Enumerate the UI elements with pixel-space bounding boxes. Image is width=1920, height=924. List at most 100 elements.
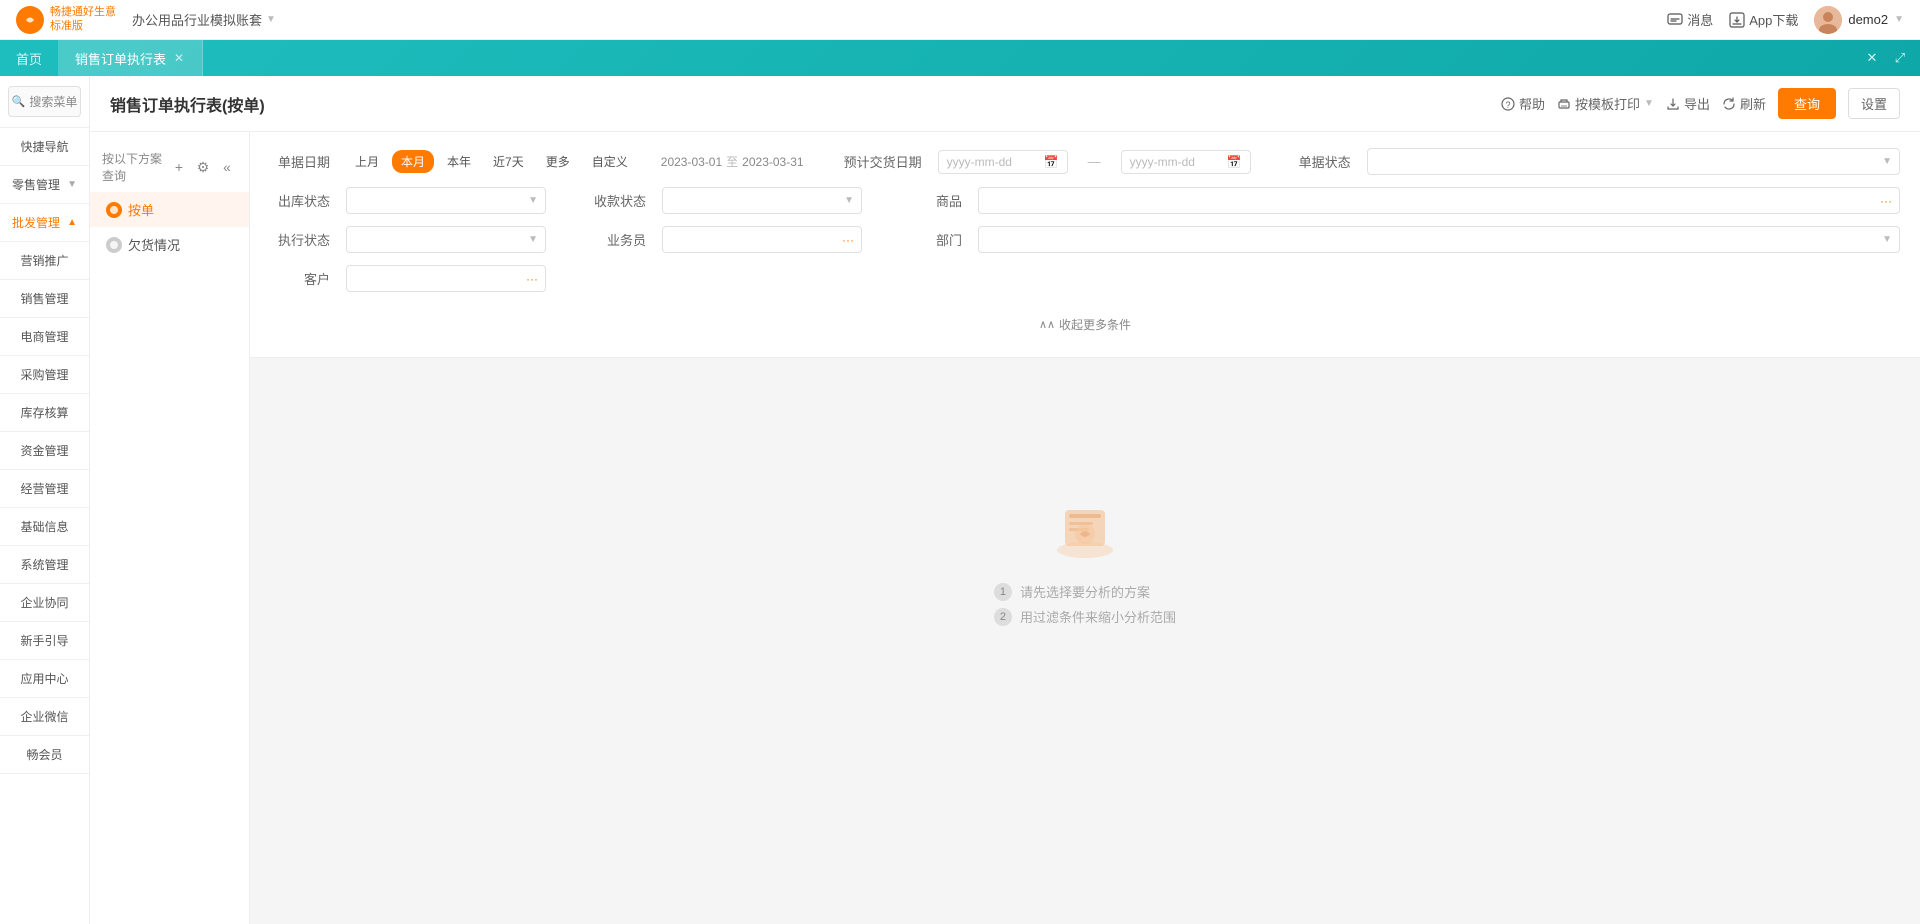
date-btn-more[interactable]: 更多: [537, 150, 579, 173]
sidebar: 🔍 搜索菜单 快捷导航 零售管理 ▼ 批发管理 ▲ 营销推广 销售管理 电商管理…: [0, 76, 90, 924]
payment-select-wrapper: ▼: [662, 187, 862, 214]
sidebar-search-btn[interactable]: 🔍 搜索菜单: [8, 86, 81, 117]
refresh-btn[interactable]: 刷新: [1722, 94, 1766, 113]
date-btn-last7[interactable]: 近7天: [484, 150, 533, 173]
status-select[interactable]: [1367, 148, 1900, 175]
left-panel-collapse-btn[interactable]: «: [217, 157, 237, 177]
sidebar-item-member[interactable]: 畅会员: [0, 736, 89, 774]
goods-input[interactable]: [978, 187, 1900, 214]
customer-input[interactable]: [346, 265, 546, 292]
sidebar-item-quick-nav[interactable]: 快捷导航: [0, 128, 89, 166]
goods-wrapper: ···: [978, 187, 1900, 214]
date-btn-last-month[interactable]: 上月: [346, 150, 388, 173]
department-select[interactable]: [978, 226, 1900, 253]
sidebar-item-guide[interactable]: 新手引导: [0, 622, 89, 660]
sidebar-item-purchase[interactable]: 采购管理: [0, 356, 89, 394]
query-btn[interactable]: 查询: [1778, 88, 1836, 119]
sidebar-search: 🔍 搜索菜单: [0, 76, 89, 128]
tab-close-btn[interactable]: ✕: [172, 49, 186, 67]
app-selector-chevron-icon: ▼: [266, 14, 276, 25]
collapse-btn[interactable]: ∧∧ 收起更多条件: [1031, 308, 1139, 341]
page-header: 销售订单执行表(按单) ? 帮助 按模板打印 ▼: [90, 76, 1920, 132]
message-btn[interactable]: 消息: [1667, 10, 1713, 29]
exec-status-wrapper: ▼: [346, 226, 546, 253]
left-panel-add-btn[interactable]: +: [169, 157, 189, 177]
export-icon: [1666, 97, 1680, 111]
left-panel-icons: + ⚙ «: [169, 157, 237, 177]
delivery-select-wrapper: ▼: [346, 187, 546, 214]
payment-select[interactable]: [662, 187, 862, 214]
sidebar-item-basic[interactable]: 基础信息: [0, 508, 89, 546]
right-content: 单据日期 上月 本月 本年 近7天 更多 自定义 2023-03-01 至: [250, 132, 1920, 924]
salesperson-wrapper: ···: [662, 226, 862, 253]
sidebar-item-marketing[interactable]: 营销推广: [0, 242, 89, 280]
print-btn[interactable]: 按模板打印 ▼: [1557, 94, 1654, 113]
tab-close-all-btn[interactable]: ✕: [1860, 46, 1884, 70]
svg-text:?: ?: [1505, 100, 1510, 110]
help-btn[interactable]: ? 帮助: [1501, 94, 1545, 113]
content-layout: 按以下方案查询 + ⚙ « 按单: [90, 132, 1920, 924]
tip-num-2: 2: [994, 608, 1012, 626]
salesperson-more-icon: ···: [842, 233, 854, 247]
left-panel-item-欠货情况[interactable]: 欠货情况: [90, 227, 249, 262]
left-panel-header: 按以下方案查询 + ⚙ «: [90, 142, 249, 192]
left-panel: 按以下方案查询 + ⚙ « 按单: [90, 132, 250, 924]
filter-section: 单据日期 上月 本月 本年 近7天 更多 自定义 2023-03-01 至: [250, 132, 1920, 358]
sidebar-item-finance[interactable]: 资金管理: [0, 432, 89, 470]
tab-expand-btn[interactable]: ⤢: [1888, 46, 1912, 70]
filter-row-2: 出库状态 ▼ 收款状态 ▼: [270, 187, 1900, 214]
item-按单-icon: [106, 202, 122, 218]
print-icon: [1557, 97, 1571, 111]
left-panel-item-按单[interactable]: 按单: [90, 192, 249, 227]
filter-row-3: 执行状态 ▼ 业务员 ··· 部门: [270, 226, 1900, 253]
predicted-date-start[interactable]: yyyy-mm-dd 📅: [938, 150, 1068, 174]
salesperson-input[interactable]: [662, 226, 862, 253]
sidebar-item-wholesale[interactable]: 批发管理 ▲: [0, 204, 89, 242]
calendar-end-icon[interactable]: 📅: [1227, 155, 1242, 169]
calendar-start-icon[interactable]: 📅: [1044, 155, 1059, 169]
download-icon: [1729, 12, 1745, 28]
collapse-up-icon: ∧∧: [1039, 318, 1055, 331]
tab-sales-order-exec[interactable]: 销售订单执行表 ✕: [59, 40, 203, 76]
logo-area: 畅捷通好生意 标准版: [16, 6, 116, 34]
help-icon: ?: [1501, 97, 1515, 111]
empty-tip-1: 1 请先选择要分析的方案: [994, 582, 1176, 601]
app-selector[interactable]: 办公用品行业模拟账套 ▼: [124, 6, 284, 33]
app-download-btn[interactable]: App下载: [1729, 10, 1798, 29]
empty-tip-2: 2 用过滤条件来缩小分析范围: [994, 607, 1176, 626]
exec-status-select[interactable]: [346, 226, 546, 253]
item-欠货-icon: [106, 237, 122, 253]
user-info[interactable]: demo2 ▼: [1814, 6, 1904, 34]
date-btn-this-year[interactable]: 本年: [438, 150, 480, 173]
export-btn[interactable]: 导出: [1666, 94, 1710, 113]
date-quick-btns: 上月 本月 本年 近7天 更多 自定义: [346, 150, 637, 173]
filter-row-1: 单据日期 上月 本月 本年 近7天 更多 自定义 2023-03-01 至: [270, 148, 1900, 175]
sidebar-item-sales[interactable]: 销售管理: [0, 280, 89, 318]
department-wrapper: ▼: [978, 226, 1900, 253]
customer-wrapper: ···: [346, 265, 546, 292]
left-panel-settings-btn[interactable]: ⚙: [193, 157, 213, 177]
tab-home[interactable]: 首页: [0, 40, 59, 76]
header-right: 消息 App下载 demo2 ▼: [1667, 6, 1904, 34]
date-range: 2023-03-01 至 2023-03-31: [661, 153, 804, 170]
empty-icon: [1045, 490, 1125, 570]
sidebar-item-operations[interactable]: 经营管理: [0, 470, 89, 508]
delivery-select[interactable]: [346, 187, 546, 214]
message-icon: [1667, 12, 1683, 28]
sidebar-item-apps[interactable]: 应用中心: [0, 660, 89, 698]
tab-bar-actions: ✕ ⤢: [1860, 46, 1920, 70]
sidebar-item-retail[interactable]: 零售管理 ▼: [0, 166, 89, 204]
sidebar-item-ecommerce[interactable]: 电商管理: [0, 318, 89, 356]
sidebar-item-enterprise[interactable]: 企业协同: [0, 584, 89, 622]
logo-text: 畅捷通好生意 标准版: [50, 6, 116, 32]
retail-chevron-icon: ▼: [67, 179, 77, 190]
sidebar-item-wechat[interactable]: 企业微信: [0, 698, 89, 736]
settings-btn[interactable]: 设置: [1848, 88, 1900, 119]
filter-collapse-row: ∧∧ 收起更多条件: [270, 304, 1900, 341]
sidebar-item-system[interactable]: 系统管理: [0, 546, 89, 584]
predicted-date-end[interactable]: yyyy-mm-dd 📅: [1121, 150, 1251, 174]
date-btn-custom[interactable]: 自定义: [583, 150, 637, 173]
sidebar-item-inventory[interactable]: 库存核算: [0, 394, 89, 432]
content-area: 销售订单执行表(按单) ? 帮助 按模板打印 ▼: [90, 76, 1920, 924]
date-btn-current-month[interactable]: 本月: [392, 150, 434, 173]
